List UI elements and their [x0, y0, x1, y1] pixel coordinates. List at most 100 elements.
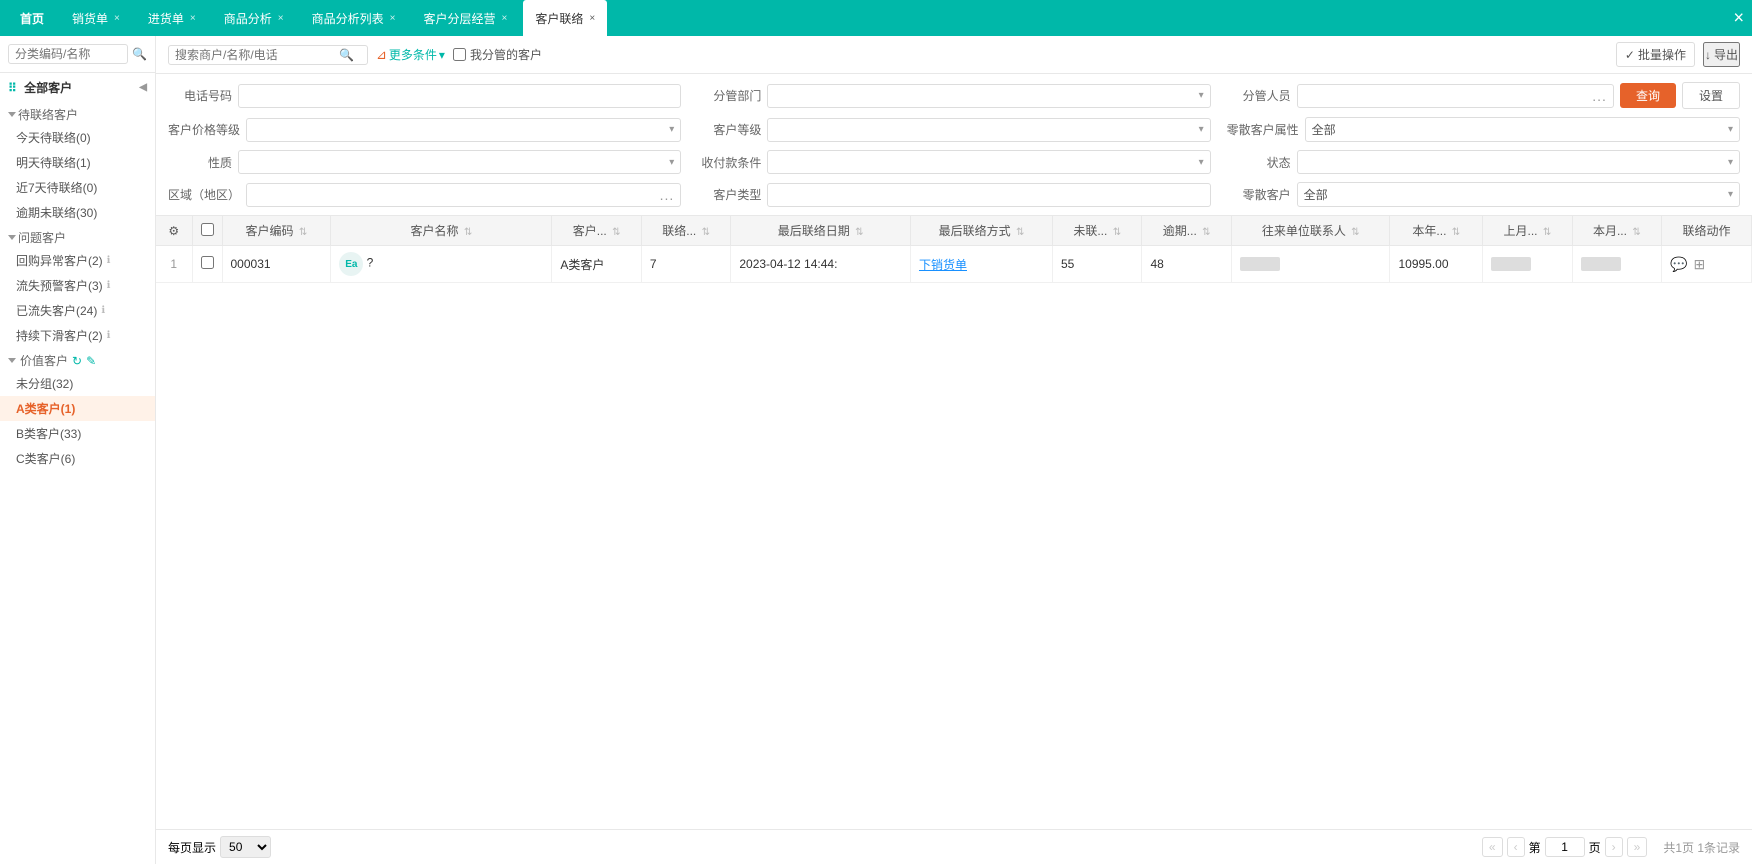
problem-expand-icon[interactable] [8, 235, 16, 240]
settings-icon[interactable]: ⚙ [168, 224, 179, 238]
close-sales-icon[interactable]: × [114, 13, 120, 24]
close-analysis-icon[interactable]: × [278, 13, 284, 24]
last-month-placeholder [1491, 257, 1531, 271]
select-all-checkbox[interactable] [201, 223, 214, 236]
filter-search-input[interactable] [175, 48, 335, 62]
nav-tab-customer-segment[interactable]: 客户分层经营 × [411, 0, 519, 36]
col-contact-person[interactable]: 往来单位联系人 ⇅ [1231, 216, 1390, 246]
qrcode-action-icon[interactable]: ⊞ [1694, 256, 1706, 273]
col-type[interactable]: 客户... ⇅ [552, 216, 641, 246]
row-checkbox[interactable] [201, 256, 214, 269]
settings-button[interactable]: 设置 [1682, 82, 1740, 109]
phone-label: 电话号码 [168, 87, 232, 104]
retail-cust-select[interactable]: 全部 ▾ [1297, 182, 1740, 207]
col-no-contact[interactable]: 未联... ⇅ [1052, 216, 1141, 246]
sidebar-item-class-a[interactable]: A类客户(1) [0, 396, 155, 421]
sidebar-item-repurchase-abnormal[interactable]: 回购异常客户(2) ℹ [0, 248, 155, 273]
row-last-method[interactable]: 下销货单 [910, 246, 1052, 283]
sidebar-item-declining[interactable]: 持续下滑客户(2) ℹ [0, 323, 155, 348]
advanced-filter-panel: 电话号码 分管部门 ▾ 分管人员 ... 查询 [156, 74, 1752, 216]
query-button[interactable]: 查询 [1620, 83, 1676, 108]
manager-input[interactable]: ... [1297, 84, 1614, 108]
prev-page-button[interactable]: ‹ [1507, 837, 1525, 857]
cust-grade-down: ▾ [1199, 124, 1204, 135]
nav-tab-purchase[interactable]: 进货单 × [136, 0, 208, 36]
page-size-select[interactable]: 10 20 50 100 [220, 836, 271, 858]
page-number-input[interactable] [1545, 837, 1585, 857]
dept-select[interactable]: ▾ [767, 84, 1210, 108]
retail-attr-select[interactable]: 全部 ▾ [1305, 117, 1740, 142]
sidebar-item-churn-warning[interactable]: 流失预警客户(3) ℹ [0, 273, 155, 298]
filter-more-conditions[interactable]: ⊿ 更多条件 ▾ [376, 46, 445, 63]
footer-bar: 每页显示 10 20 50 100 « ‹ 第 页 › » 共 [156, 829, 1752, 864]
col-last-date[interactable]: 最后联络日期 ⇅ [731, 216, 911, 246]
cust-type-input[interactable] [767, 183, 1210, 207]
pending-expand-icon[interactable] [8, 112, 16, 117]
batch-operations-button[interactable]: ✓ 批量操作 [1616, 42, 1695, 67]
code-sort-icon: ⇅ [299, 227, 307, 238]
sidebar-item-ungrouped[interactable]: 未分组(32) [0, 371, 155, 396]
sidebar-search-input[interactable] [8, 44, 128, 64]
sidebar-item-class-b[interactable]: B类客户(33) [0, 421, 155, 446]
first-page-button[interactable]: « [1482, 837, 1503, 857]
close-all-icon[interactable]: × [1733, 8, 1744, 29]
filter-search-icon[interactable]: 🔍 [339, 48, 354, 62]
sidebar-collapse-icon[interactable]: ◀ [139, 82, 147, 93]
col-last-month[interactable]: 上月... ⇅ [1483, 216, 1572, 246]
close-analysis-list-icon[interactable]: × [390, 13, 396, 24]
row-checkbox-cell[interactable] [192, 246, 222, 283]
sidebar-search-area: 🔍 [0, 36, 155, 73]
col-contact-count[interactable]: 联络... ⇅ [641, 216, 730, 246]
cust-type-label: 客户类型 [697, 186, 761, 203]
sidebar-search-icon[interactable]: 🔍 [132, 47, 147, 61]
nav-tab-sales[interactable]: 销货单 × [60, 0, 132, 36]
value-edit-icon[interactable]: ✎ [86, 354, 96, 368]
col-overdue[interactable]: 逾期... ⇅ [1142, 216, 1231, 246]
sidebar-item-class-c[interactable]: C类客户(6) [0, 446, 155, 471]
col-code[interactable]: 客户编码 ⇅ [222, 216, 331, 246]
chat-action-icon[interactable]: 💬 [1670, 256, 1687, 273]
sidebar-item-tomorrow[interactable]: 明天待联络(1) [0, 150, 155, 175]
next-page-button[interactable]: › [1605, 837, 1623, 857]
nature-select[interactable]: ▾ [238, 150, 681, 174]
my-customers-check-input[interactable] [453, 48, 466, 61]
nav-tab-home[interactable]: 首页 [8, 0, 56, 36]
payment-select[interactable]: ▾ [767, 150, 1210, 174]
price-grade-select[interactable]: ▾ [246, 118, 681, 142]
col-settings[interactable]: ⚙ [156, 216, 192, 246]
dept-down-arrow: ▾ [1199, 90, 1204, 101]
sidebar-all-customers[interactable]: ⠿ 全部客户 ◀ [0, 73, 155, 102]
sidebar-item-7days[interactable]: 近7天待联络(0) [0, 175, 155, 200]
col-this-year[interactable]: 本年... ⇅ [1390, 216, 1483, 246]
row-contact-person [1231, 246, 1390, 283]
col-name[interactable]: 客户名称 ⇅ [331, 216, 552, 246]
close-customer-contact-icon[interactable]: × [589, 13, 595, 24]
sidebar-item-today[interactable]: 今天待联络(0) [0, 125, 155, 150]
region-label: 区域（地区） [168, 186, 240, 203]
action-icons-group: 💬 ⊞ [1670, 256, 1743, 273]
region-input[interactable]: ... [246, 183, 681, 207]
nav-tab-analysis-list[interactable]: 商品分析列表 × [300, 0, 408, 36]
cust-grade-select[interactable]: ▾ [767, 118, 1210, 142]
page-size-label: 每页显示 [168, 839, 216, 856]
phone-input[interactable] [238, 84, 681, 108]
nav-tab-analysis[interactable]: 商品分析 × [212, 0, 296, 36]
last-page-button[interactable]: » [1627, 837, 1648, 857]
nav-tab-customer-contact[interactable]: 客户联络 × [523, 0, 607, 36]
value-expand-icon[interactable] [8, 358, 16, 363]
close-customer-segment-icon[interactable]: × [501, 13, 507, 24]
value-refresh-icon[interactable]: ↻ [72, 354, 82, 368]
status-select[interactable]: ▾ [1297, 150, 1740, 174]
my-customers-checkbox[interactable]: 我分管的客户 [453, 46, 542, 63]
filter-row-region: 区域（地区） ... [168, 182, 681, 207]
col-checkbox[interactable] [192, 216, 222, 246]
row-name: Ea ? [331, 246, 552, 283]
col-last-method[interactable]: 最后联络方式 ⇅ [910, 216, 1052, 246]
date-sort-icon: ⇅ [855, 227, 863, 238]
sidebar-item-churned[interactable]: 已流失客户(24) ℹ [0, 298, 155, 323]
col-this-month[interactable]: 本月... ⇅ [1572, 216, 1661, 246]
sidebar-item-overdue[interactable]: 逾期未联络(30) [0, 200, 155, 225]
close-purchase-icon[interactable]: × [190, 13, 196, 24]
nature-down: ▾ [669, 157, 674, 168]
export-button[interactable]: ↓ 导出 [1703, 42, 1740, 67]
